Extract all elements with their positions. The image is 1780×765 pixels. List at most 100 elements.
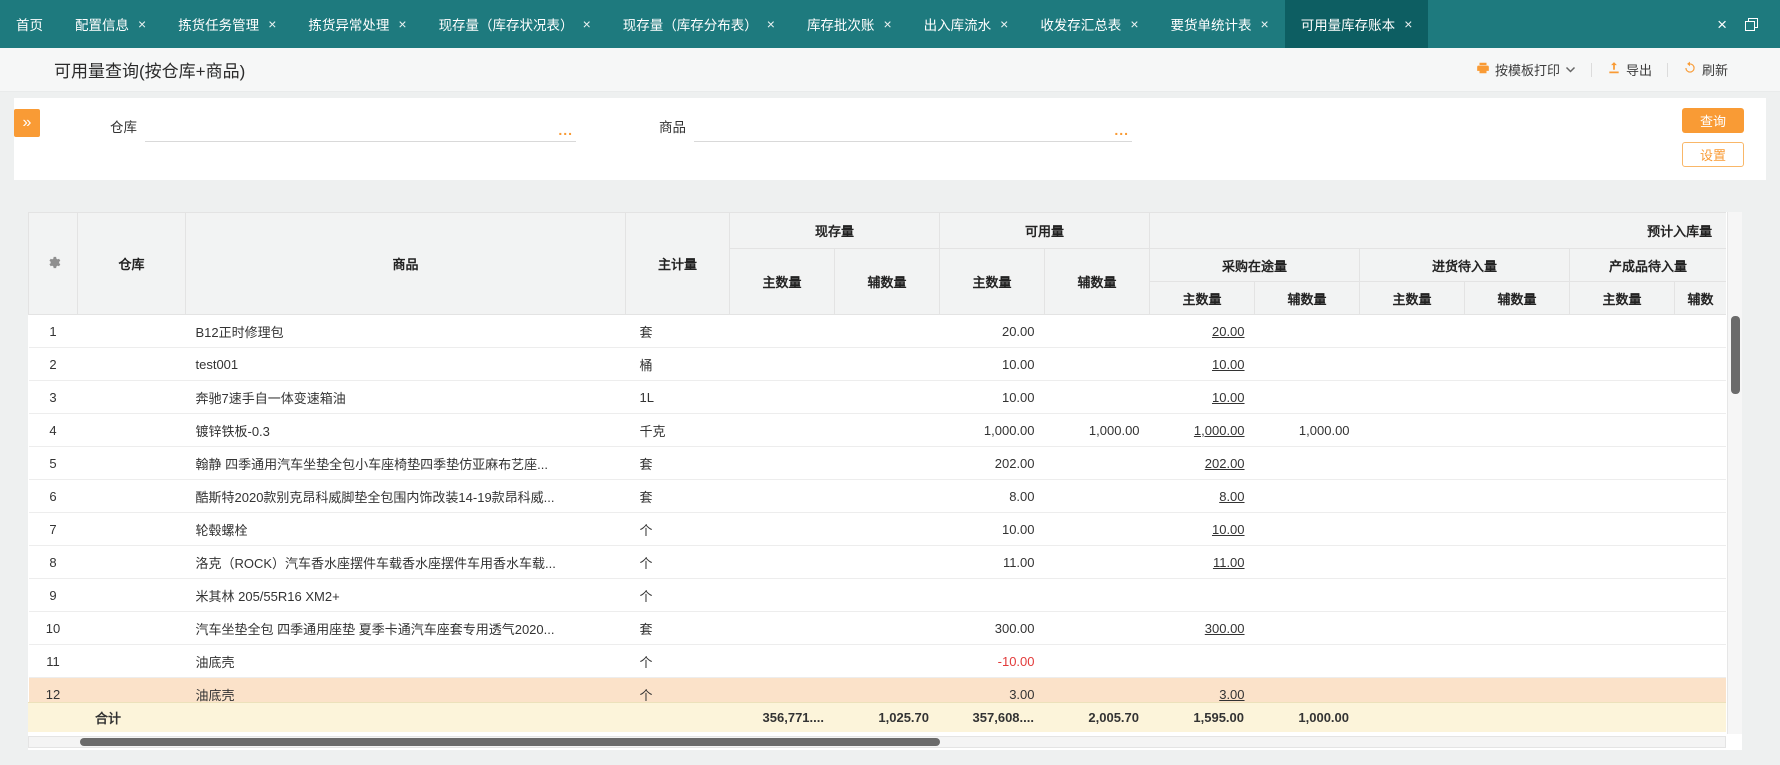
refresh-button[interactable]: 刷新	[1683, 60, 1728, 79]
qty-cell: 10.00	[939, 380, 1045, 414]
warehouse-cell	[77, 314, 186, 348]
tab-拣货任务管理[interactable]: 拣货任务管理 ×	[162, 0, 292, 48]
qty-cell	[834, 479, 940, 513]
col-header-product[interactable]: 商品	[185, 212, 626, 315]
export-button[interactable]: 导出	[1607, 60, 1652, 79]
tab-可用量库存账本[interactable]: 可用量库存账本 ×	[1284, 0, 1429, 48]
horizontal-scrollbar[interactable]	[28, 736, 1726, 748]
tab-close-icon[interactable]: ×	[138, 16, 146, 32]
total-available-aux-qty: 2,005.70	[1088, 710, 1139, 725]
tab-收发存汇总表[interactable]: 收发存汇总表 ×	[1024, 0, 1154, 48]
print-by-template-button[interactable]: 按模板打印	[1476, 60, 1576, 79]
table-row[interactable]: 5 翰静 四季通用汽车坐垫全包小车座椅垫四季垫仿亚麻布艺座... 套 202.00 20…	[28, 446, 1726, 480]
col-header-po-aux-qty[interactable]: 辅数量	[1254, 281, 1361, 315]
table-row[interactable]: 2 test001 桶 10.00 10.00	[28, 347, 1726, 381]
vertical-scrollbar[interactable]	[1727, 212, 1742, 734]
table-row[interactable]: 9 米其林 205/55R16 XM2+ 个	[28, 578, 1726, 612]
settings-button[interactable]: 设置	[1682, 142, 1744, 167]
col-header-purchase-aux-qty[interactable]: 辅数量	[1464, 281, 1571, 315]
tab-库存批次账[interactable]: 库存批次账 ×	[791, 0, 908, 48]
table-row[interactable]: 8 洛克（ROCK）汽车香水座摆件车载香水座摆件车用香水车载... 个 11.00 11…	[28, 545, 1726, 579]
tab-bar: 首页 配置信息 × 拣货任务管理 × 拣货异常处理 × 现存量（库存状况表） × 现存量（库存分布…	[0, 0, 1780, 48]
tab-close-icon[interactable]: ×	[268, 16, 276, 32]
qty-cell	[1464, 380, 1570, 414]
table-row[interactable]: 7 轮毂螺栓个 10.00 10.00	[28, 512, 1726, 546]
col-header-warehouse[interactable]: 仓库	[77, 212, 186, 315]
column-settings-gear-icon[interactable]	[28, 212, 78, 315]
tab-出入库流水[interactable]: 出入库流水 ×	[908, 0, 1025, 48]
qty-cell	[1254, 677, 1360, 702]
page-title: 可用量查询(按仓库+商品)	[54, 62, 246, 81]
table-row[interactable]: 3 奔驰7速手自一体变速箱油 1L 10.00 10.00	[28, 380, 1726, 414]
col-header-current-aux-qty[interactable]: 辅数量	[833, 248, 941, 315]
tab-首页[interactable]: 首页	[0, 0, 59, 48]
qty-cell	[1674, 380, 1726, 414]
tab-拣货异常处理[interactable]: 拣货异常处理 ×	[292, 0, 422, 48]
col-header-po-main-qty[interactable]: 主数量	[1149, 281, 1256, 315]
collapse-filter-button[interactable]: »	[14, 109, 40, 137]
tab-bar-spacer	[1428, 0, 1717, 48]
close-all-tabs-icon[interactable]: ×	[1717, 16, 1727, 33]
tab-close-icon[interactable]: ×	[1000, 16, 1008, 32]
qty-cell	[1044, 479, 1150, 513]
product-filter-input[interactable]: ...	[694, 112, 1132, 142]
tab-close-icon[interactable]: ×	[583, 16, 591, 32]
table-row[interactable]: 1 B12正时修理包套 20.00 20.00	[28, 314, 1726, 348]
qty-drilldown-link[interactable]: 10.00	[1149, 512, 1255, 546]
table-row[interactable]: 10 汽车坐垫全包 四季通用座垫 夏季卡通汽车座套专用透气2020... 套 300.…	[28, 611, 1726, 645]
unit-cell: 个	[625, 644, 730, 678]
qty-cell	[1359, 314, 1465, 348]
qty-cell	[834, 380, 940, 414]
warehouse-picker-ellipsis-icon[interactable]: ...	[558, 122, 576, 141]
table-row[interactable]: 4 镀锌铁板-0.3 千克 1,000.00 1,000.00 1,000.00 1,000…	[28, 413, 1726, 447]
tab-现存量（库存状况表）[interactable]: 现存量（库存状况表） ×	[423, 0, 607, 48]
horizontal-scrollbar-thumb[interactable]	[80, 738, 940, 746]
qty-drilldown-link[interactable]: 3.00	[1149, 677, 1255, 702]
col-header-finished-main-qty[interactable]: 主数量	[1569, 281, 1676, 315]
total-available-main-qty: 357,608....	[972, 710, 1034, 725]
product-picker-ellipsis-icon[interactable]: ...	[1114, 122, 1132, 141]
window-restore-icon[interactable]	[1745, 17, 1758, 31]
qty-drilldown-link[interactable]: 11.00	[1149, 545, 1255, 579]
qty-cell	[1359, 413, 1465, 447]
tab-close-icon[interactable]: ×	[767, 16, 775, 32]
qty-drilldown-link[interactable]: 20.00	[1149, 314, 1255, 348]
tab-close-icon[interactable]: ×	[1404, 16, 1412, 32]
col-header-unit[interactable]: 主计量	[625, 212, 730, 315]
qty-cell	[1254, 512, 1360, 546]
qty-drilldown-link[interactable]: 8.00	[1149, 479, 1255, 513]
qty-drilldown-link[interactable]: 10.00	[1149, 347, 1255, 381]
unit-cell: 套	[625, 479, 730, 513]
total-po-main-qty: 1,595.00	[1193, 710, 1244, 725]
qty-cell	[729, 347, 835, 381]
query-button[interactable]: 查询	[1682, 108, 1744, 133]
col-header-current-main-qty[interactable]: 主数量	[729, 248, 835, 315]
col-header-available-aux-qty[interactable]: 辅数量	[1044, 248, 1151, 315]
table-row[interactable]: 12 油底壳个 3.00 3.00	[28, 677, 1726, 702]
tab-要货单统计表[interactable]: 要货单统计表 ×	[1155, 0, 1285, 48]
tab-配置信息[interactable]: 配置信息 ×	[59, 0, 162, 48]
qty-cell	[1464, 413, 1570, 447]
table-row[interactable]: 6 酷斯特2020款别克昂科威脚垫全包围内饰改装14-19款昂科威... 套 8.00…	[28, 479, 1726, 513]
col-header-finished-aux-qty[interactable]: 辅数	[1674, 281, 1726, 315]
col-header-available-main-qty[interactable]: 主数量	[939, 248, 1046, 315]
vertical-scrollbar-thumb[interactable]	[1731, 316, 1740, 394]
qty-drilldown-link[interactable]: 300.00	[1149, 611, 1255, 645]
table-row[interactable]: 11 油底壳个 -10.00	[28, 644, 1726, 678]
totals-label: 合计	[95, 711, 122, 726]
qty-drilldown-link[interactable]: 10.00	[1149, 380, 1255, 414]
tab-close-icon[interactable]: ×	[1130, 16, 1138, 32]
tab-close-icon[interactable]: ×	[398, 16, 406, 32]
qty-drilldown-link[interactable]: 202.00	[1149, 446, 1255, 480]
qty-cell	[1254, 446, 1360, 480]
warehouse-filter-input[interactable]: ...	[145, 112, 576, 142]
chevron-down-icon[interactable]	[1565, 62, 1576, 77]
tab-close-icon[interactable]: ×	[883, 16, 891, 32]
tab-现存量（库存分布表）[interactable]: 现存量（库存分布表） ×	[607, 0, 791, 48]
qty-cell	[729, 446, 835, 480]
tab-close-icon[interactable]: ×	[1261, 16, 1269, 32]
col-header-purchase-main-qty[interactable]: 主数量	[1359, 281, 1466, 315]
qty-cell	[834, 446, 940, 480]
qty-cell	[1569, 644, 1675, 678]
qty-drilldown-link[interactable]: 1,000.00	[1149, 413, 1255, 447]
